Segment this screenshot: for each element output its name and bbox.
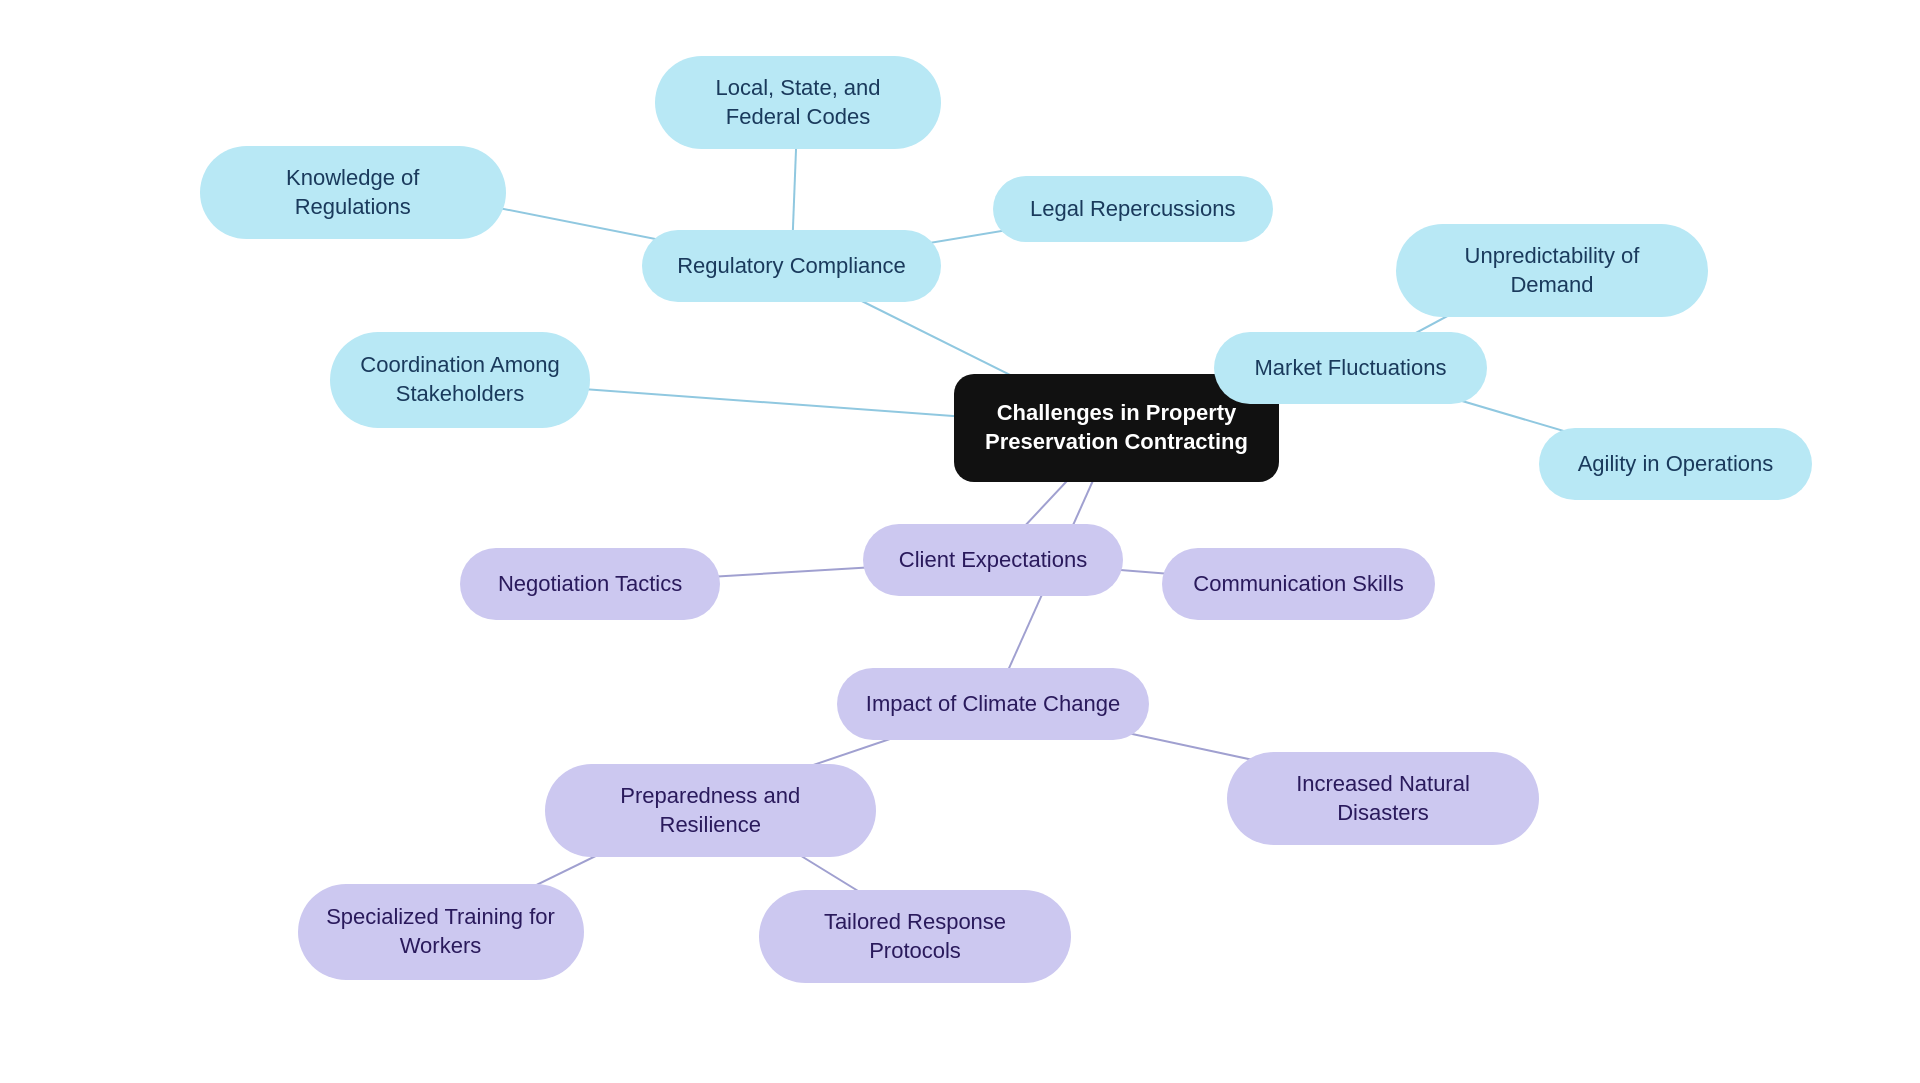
node-label-regulatory_compliance: Regulatory Compliance [677,252,906,281]
node-label-tailored_response: Tailored Response Protocols [787,908,1043,965]
node-communication_skills: Communication Skills [1162,548,1435,620]
node-label-agility: Agility in Operations [1578,450,1774,479]
node-local_state_federal: Local, State, and Federal Codes [655,56,941,149]
node-regulatory_compliance: Regulatory Compliance [642,230,941,302]
node-label-impact_climate: Impact of Climate Change [866,690,1120,719]
node-label-local_state_federal: Local, State, and Federal Codes [683,74,913,131]
node-increased_disasters: Increased Natural Disasters [1227,752,1539,845]
node-label-communication_skills: Communication Skills [1193,570,1403,599]
node-label-market_fluctuations: Market Fluctuations [1255,354,1447,383]
node-label-client_expectations: Client Expectations [899,546,1087,575]
node-label-legal_repercussions: Legal Repercussions [1030,195,1235,224]
node-label-negotiation_tactics: Negotiation Tactics [498,570,682,599]
node-unpredictability: Unpredictability of Demand [1396,224,1708,317]
node-agility: Agility in Operations [1539,428,1812,500]
node-label-coordination: Coordination Among Stakeholders [358,351,562,408]
node-negotiation_tactics: Negotiation Tactics [460,548,720,620]
node-label-unpredictability: Unpredictability of Demand [1424,242,1680,299]
node-preparedness: Preparedness and Resilience [545,764,877,857]
node-market_fluctuations: Market Fluctuations [1214,332,1487,404]
node-impact_climate: Impact of Climate Change [837,668,1149,740]
node-tailored_response: Tailored Response Protocols [759,890,1071,983]
node-label-increased_disasters: Increased Natural Disasters [1255,770,1511,827]
node-label-knowledge_regulations: Knowledge of Regulations [228,164,478,221]
node-label-center: Challenges in Property Preservation Cont… [982,399,1251,456]
node-specialized_training: Specialized Training for Workers [298,884,584,980]
node-knowledge_regulations: Knowledge of Regulations [200,146,506,239]
node-client_expectations: Client Expectations [863,524,1123,596]
node-legal_repercussions: Legal Repercussions [993,176,1273,242]
node-coordination: Coordination Among Stakeholders [330,332,590,428]
node-label-preparedness: Preparedness and Resilience [573,782,849,839]
node-label-specialized_training: Specialized Training for Workers [326,903,556,960]
